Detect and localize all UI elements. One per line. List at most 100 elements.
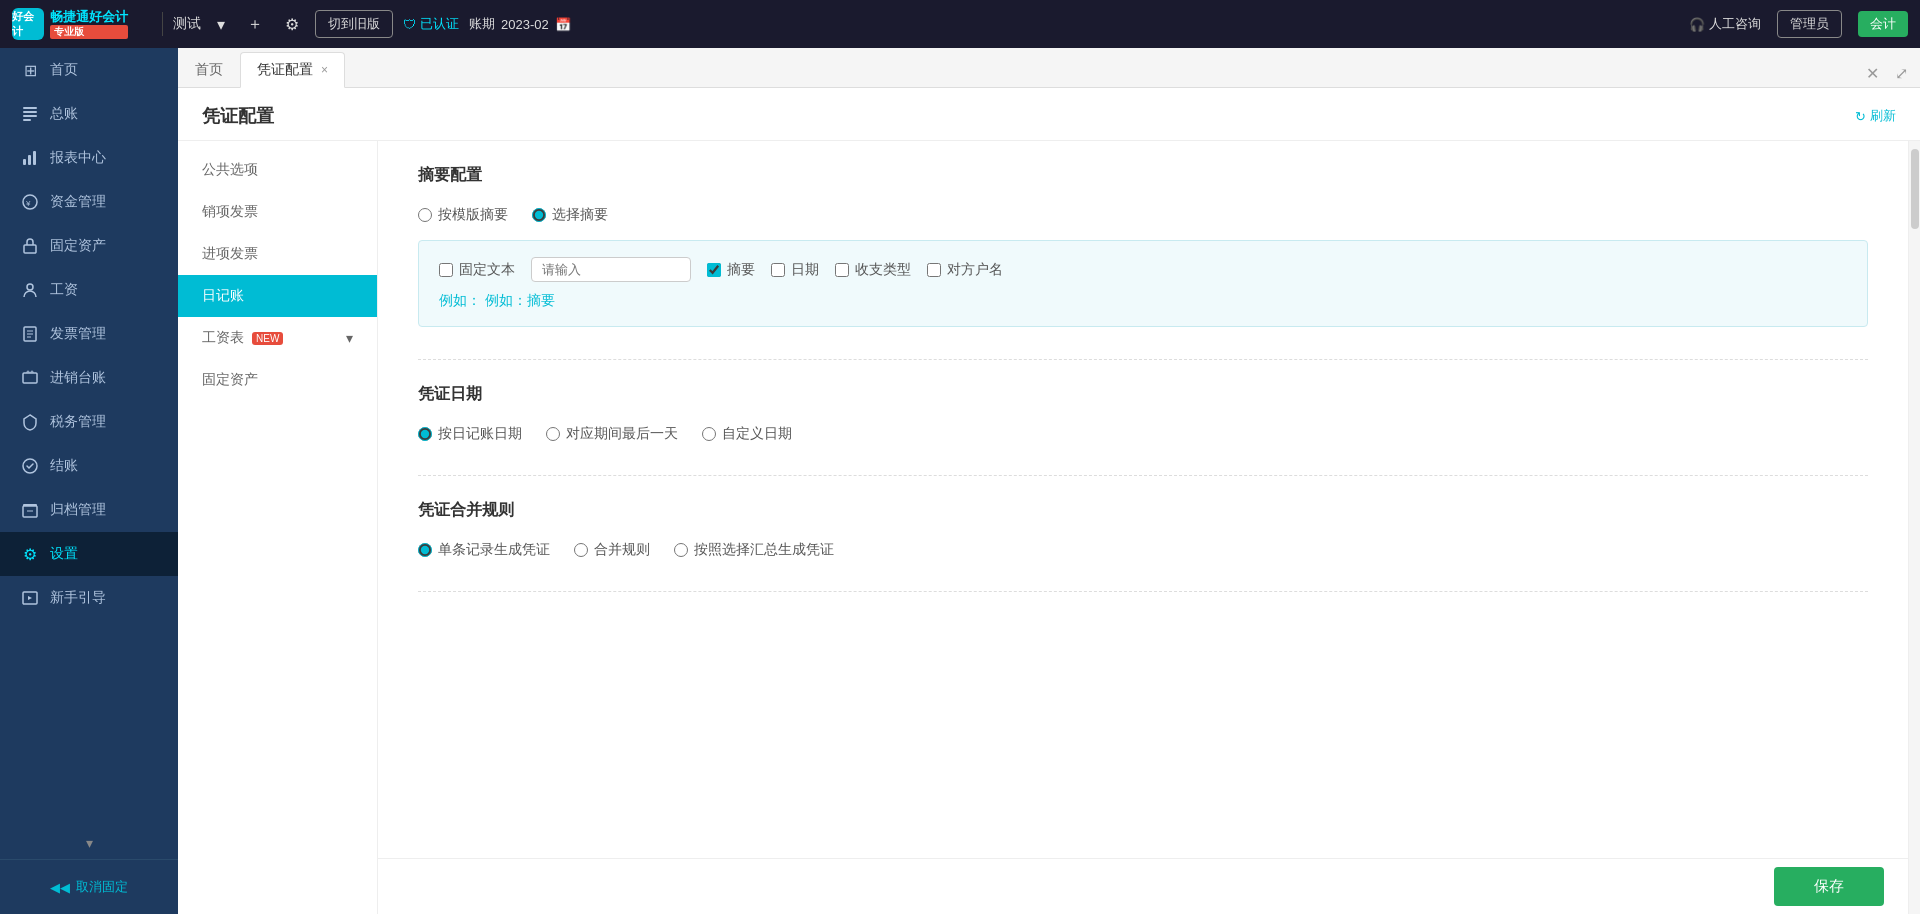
- checkbox-abstract[interactable]: 摘要: [707, 261, 755, 279]
- checkbox-fixed-text-input[interactable]: [439, 263, 453, 277]
- radio-select-abstract-input[interactable]: [532, 208, 546, 222]
- sidebar-item-payroll[interactable]: 工资: [0, 268, 178, 312]
- checkbox-counterpart[interactable]: 对方户名: [927, 261, 1003, 279]
- page-wrapper: 凭证配置 ↻ 刷新 公共选项 销项发票: [178, 88, 1920, 914]
- dropdown-btn[interactable]: ▾: [211, 11, 231, 38]
- sidebar-item-invoice[interactable]: 发票管理: [0, 312, 178, 356]
- project-name: 测试: [173, 15, 201, 33]
- config-nav-journal[interactable]: 日记账: [178, 275, 377, 317]
- radio-single[interactable]: 单条记录生成凭证: [418, 541, 550, 559]
- page-header: 凭证配置 ↻ 刷新: [178, 88, 1920, 141]
- radio-template-input[interactable]: [418, 208, 432, 222]
- save-btn[interactable]: 保存: [1774, 867, 1884, 906]
- sidebar-label-guide: 新手引导: [50, 589, 106, 607]
- admin-btn[interactable]: 管理员: [1777, 10, 1842, 38]
- svg-rect-9: [24, 245, 36, 253]
- sidebar-label-settings: 设置: [50, 545, 78, 563]
- radio-journal-date[interactable]: 按日记账日期: [418, 425, 522, 443]
- home-icon: ⊞: [20, 60, 40, 80]
- period-info: 账期 2023-02 📅: [469, 15, 571, 33]
- svg-rect-15: [23, 373, 37, 383]
- sidebar-item-purchase-sales[interactable]: 进销台账: [0, 356, 178, 400]
- sidebar-label-payroll: 工资: [50, 281, 78, 299]
- checkbox-abstract-input[interactable]: [707, 263, 721, 277]
- close-tab-btn[interactable]: ✕: [1862, 60, 1883, 87]
- radio-single-input[interactable]: [418, 543, 432, 557]
- app-title: 畅捷通好会计: [50, 9, 128, 25]
- preview-value: 例如：摘要: [485, 292, 555, 308]
- scrollbar-thumb: [1911, 149, 1919, 229]
- fixed-text-input[interactable]: [531, 257, 691, 282]
- date-section-title: 凭证日期: [418, 384, 1868, 405]
- checkbox-fixed-text[interactable]: 固定文本: [439, 261, 515, 279]
- right-scrollbar[interactable]: [1908, 141, 1920, 914]
- checkbox-date-input[interactable]: [771, 263, 785, 277]
- calendar-icon[interactable]: 📅: [555, 17, 571, 32]
- config-right: 摘要配置 按模版摘要 选择摘要: [378, 141, 1908, 914]
- svg-rect-2: [23, 115, 37, 117]
- cancel-fixed-btn[interactable]: ◀◀ 取消固定: [0, 870, 178, 904]
- checkbox-date[interactable]: 日期: [771, 261, 819, 279]
- sidebar-label-funds: 资金管理: [50, 193, 106, 211]
- radio-journal-date-input[interactable]: [418, 427, 432, 441]
- sidebar-label-report: 报表中心: [50, 149, 106, 167]
- sidebar-label-archive: 归档管理: [50, 501, 106, 519]
- sidebar-item-ledger[interactable]: 总账: [0, 92, 178, 136]
- guide-icon: [20, 588, 40, 608]
- tab-voucher-config[interactable]: 凭证配置 ×: [240, 52, 345, 88]
- section-date: 凭证日期 按日记账日期 对应期间最后一天: [418, 384, 1868, 443]
- svg-text:¥: ¥: [25, 199, 31, 208]
- sidebar-item-guide[interactable]: 新手引导: [0, 576, 178, 620]
- headset-icon: 🎧: [1689, 17, 1705, 32]
- config-nav-payroll[interactable]: 工资表 NEW ▾: [178, 317, 377, 359]
- consult-btn[interactable]: 🎧 人工咨询: [1689, 15, 1761, 33]
- config-nav-public[interactable]: 公共选项: [178, 149, 377, 191]
- sidebar-item-funds[interactable]: ¥ 资金管理: [0, 180, 178, 224]
- config-layout: 公共选项 销项发票 进项发票 日记账 工资表 NEW: [178, 141, 1920, 914]
- tab-home[interactable]: 首页: [178, 51, 240, 87]
- radio-merge-rule[interactable]: 合并规则: [574, 541, 650, 559]
- checkbox-income-type[interactable]: 收支类型: [835, 261, 911, 279]
- abstract-radio-group: 按模版摘要 选择摘要: [418, 206, 1868, 224]
- sidebar-item-tax[interactable]: 税务管理: [0, 400, 178, 444]
- abstract-config-row: 固定文本 摘要: [439, 257, 1847, 282]
- sidebar-scroll-down[interactable]: ▾: [0, 827, 178, 859]
- switch-old-version-btn[interactable]: 切到旧版: [315, 10, 393, 38]
- topbar-right: 🎧 人工咨询 管理员 会计: [1689, 10, 1908, 38]
- radio-period-last-input[interactable]: [546, 427, 560, 441]
- config-nav-purchase-invoice[interactable]: 进项发票: [178, 233, 377, 275]
- new-badge: NEW: [252, 332, 283, 345]
- radio-template[interactable]: 按模版摘要: [418, 206, 508, 224]
- config-nav-sales-invoice[interactable]: 销项发票: [178, 191, 377, 233]
- archive-icon: [20, 500, 40, 520]
- sidebar-item-report[interactable]: 报表中心: [0, 136, 178, 180]
- purchase-sales-icon: [20, 368, 40, 388]
- radio-custom-date[interactable]: 自定义日期: [702, 425, 792, 443]
- radio-select-summary-input[interactable]: [674, 543, 688, 557]
- radio-select-summary[interactable]: 按照选择汇总生成凭证: [674, 541, 834, 559]
- config-nav-fixed-assets[interactable]: 固定资产: [178, 359, 377, 401]
- radio-custom-date-input[interactable]: [702, 427, 716, 441]
- sidebar-item-archive[interactable]: 归档管理: [0, 488, 178, 532]
- verified-badge: 🛡 已认证: [403, 15, 459, 33]
- checkbox-counterpart-input[interactable]: [927, 263, 941, 277]
- sidebar-label-invoice: 发票管理: [50, 325, 106, 343]
- tab-close-btn[interactable]: ×: [321, 63, 328, 77]
- add-btn[interactable]: ＋: [241, 10, 269, 39]
- radio-select-abstract[interactable]: 选择摘要: [532, 206, 608, 224]
- sidebar-item-settlement[interactable]: 结账: [0, 444, 178, 488]
- sidebar-item-settings[interactable]: ⚙ 设置: [0, 532, 178, 576]
- sidebar-label-tax: 税务管理: [50, 413, 106, 431]
- svg-rect-1: [23, 111, 37, 113]
- abstract-preview: 例如： 例如：摘要: [439, 292, 1847, 310]
- svg-rect-6: [33, 151, 36, 165]
- expand-btn[interactable]: ⤢: [1891, 60, 1912, 87]
- radio-period-last[interactable]: 对应期间最后一天: [546, 425, 678, 443]
- checkbox-income-type-input[interactable]: [835, 263, 849, 277]
- sidebar-item-fixed-assets[interactable]: 固定资产: [0, 224, 178, 268]
- accountant-btn[interactable]: 会计: [1858, 11, 1908, 37]
- refresh-btn[interactable]: ↻ 刷新: [1855, 107, 1896, 125]
- sidebar-item-home[interactable]: ⊞ 首页: [0, 48, 178, 92]
- radio-merge-rule-input[interactable]: [574, 543, 588, 557]
- settings-btn[interactable]: ⚙: [279, 11, 305, 38]
